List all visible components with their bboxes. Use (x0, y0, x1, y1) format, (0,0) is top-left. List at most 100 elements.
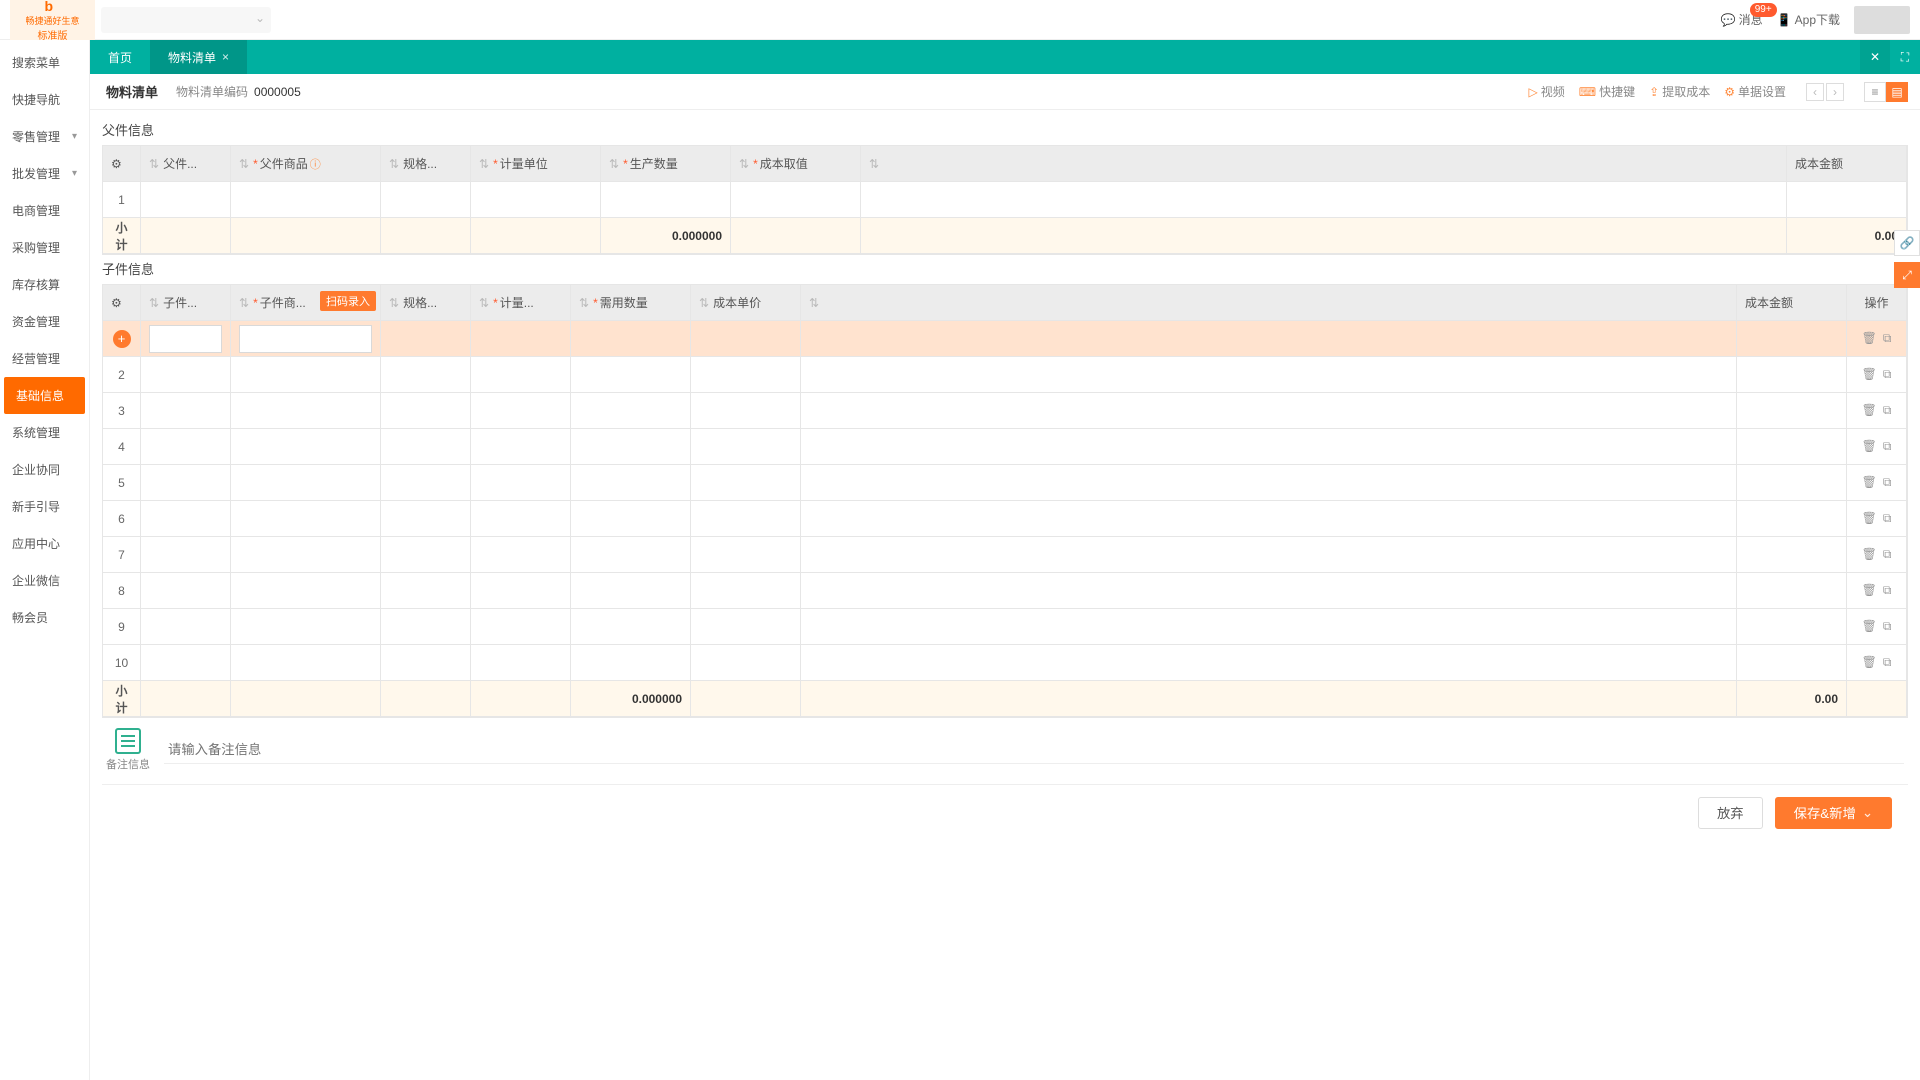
child-col-gear[interactable]: ⚙ (103, 285, 141, 321)
child-row[interactable]: 2🗑⧉ (103, 357, 1907, 393)
sidebar-item[interactable]: 批发管理▾ (0, 155, 89, 192)
copy-row-icon[interactable]: ⧉ (1883, 475, 1892, 489)
delete-row-icon[interactable]: 🗑 (1862, 439, 1877, 453)
prev-doc-button[interactable]: ‹ (1806, 83, 1824, 101)
child-goods-input[interactable] (239, 325, 372, 353)
copy-row-icon[interactable]: ⧉ (1883, 619, 1892, 633)
parent-col-gear[interactable]: ⚙ (103, 146, 141, 182)
sidebar-item[interactable]: 系统管理 (0, 414, 89, 451)
add-row-button[interactable]: + (113, 330, 131, 348)
copy-row-icon[interactable]: ⧉ (1883, 331, 1892, 345)
copy-row-icon[interactable]: ⧉ (1883, 655, 1892, 669)
extract-cost-link[interactable]: ⇪提取成本 (1649, 83, 1710, 100)
sidebar-item[interactable]: 企业协同 (0, 451, 89, 488)
child-col-unit[interactable]: ⇅*计量... (471, 285, 571, 321)
shortcut-link[interactable]: ⌨快捷键 (1579, 83, 1635, 100)
parent-col-spec[interactable]: ⇅规格... (381, 146, 471, 182)
child-row[interactable]: 4🗑⧉ (103, 429, 1907, 465)
brand-logo: b 畅捷通好生意 标准版 (10, 0, 95, 40)
sidebar-item[interactable]: 搜索菜单 (0, 44, 89, 81)
sidebar-item[interactable]: 应用中心 (0, 525, 89, 562)
child-row[interactable]: 6🗑⧉ (103, 501, 1907, 537)
child-row[interactable]: 3🗑⧉ (103, 393, 1907, 429)
child-col-price[interactable]: ⇅成本单价 (691, 285, 801, 321)
close-icon[interactable]: × (222, 50, 229, 64)
delete-row-icon[interactable]: 🗑 (1862, 655, 1877, 669)
sidebar-item-label: 快捷导航 (12, 91, 60, 108)
parent-col-goods[interactable]: ⇅*父件商品ⓘ (231, 146, 381, 182)
discard-button[interactable]: 放弃 (1698, 797, 1763, 829)
child-code-input[interactable] (149, 325, 222, 353)
parent-col-blank[interactable]: ⇅ (861, 146, 1787, 182)
sidebar-item[interactable]: 基础信息 (4, 377, 85, 414)
parent-col-code[interactable]: ⇅父件... (141, 146, 231, 182)
child-col-op-label: 操作 (1864, 296, 1888, 310)
view-list-button[interactable]: ≡ (1864, 82, 1886, 102)
parent-col-cost-amt[interactable]: 成本金额 (1787, 146, 1907, 182)
fullscreen-button[interactable]: ⛶ (1890, 40, 1920, 74)
copy-row-icon[interactable]: ⧉ (1883, 547, 1892, 561)
delete-row-icon[interactable]: 🗑 (1862, 331, 1877, 345)
child-col-cost-amt[interactable]: 成本金额 (1737, 285, 1847, 321)
video-help-link[interactable]: ▷视频 (1529, 83, 1565, 100)
sidebar-item[interactable]: 资金管理 (0, 303, 89, 340)
sidebar-item[interactable]: 畅会员 (0, 599, 89, 636)
rail-expand-icon[interactable]: ⤢ (1894, 262, 1920, 288)
child-col-blank[interactable]: ⇅ (801, 285, 1737, 321)
copy-row-icon[interactable]: ⧉ (1883, 439, 1892, 453)
tab-bom[interactable]: 物料清单 × (150, 40, 247, 74)
sort-icon: ⇅ (809, 296, 819, 310)
user-avatar[interactable] (1854, 6, 1910, 34)
parent-col-unit[interactable]: ⇅*计量单位 (471, 146, 601, 182)
view-form-button[interactable]: ▤ (1886, 82, 1908, 102)
child-row[interactable]: 8🗑⧉ (103, 573, 1907, 609)
copy-row-icon[interactable]: ⧉ (1883, 583, 1892, 597)
rail-link-icon[interactable]: 🔗 (1894, 230, 1920, 256)
org-selector[interactable] (101, 7, 271, 33)
delete-row-icon[interactable]: 🗑 (1862, 367, 1877, 381)
messages-button[interactable]: 💬 消息 99+ (1721, 11, 1763, 28)
sort-icon: ⇅ (479, 296, 489, 310)
copy-row-icon[interactable]: ⧉ (1883, 367, 1892, 381)
sidebar-item[interactable]: 零售管理▾ (0, 118, 89, 155)
child-col-code[interactable]: ⇅子件... (141, 285, 231, 321)
parent-col-qty[interactable]: ⇅*生产数量 (601, 146, 731, 182)
parent-col-cost-src[interactable]: ⇅*成本取值 (731, 146, 861, 182)
next-doc-button[interactable]: › (1826, 83, 1844, 101)
remark-input[interactable] (164, 736, 1904, 764)
child-row[interactable]: 9🗑⧉ (103, 609, 1907, 645)
tab-close-all-button[interactable]: ✕ (1860, 40, 1890, 74)
child-col-goods[interactable]: ⇅*子件商...扫码录入 (231, 285, 381, 321)
delete-row-icon[interactable]: 🗑 (1862, 403, 1877, 417)
child-col-code-label: 子件... (163, 296, 197, 310)
child-col-qty[interactable]: ⇅*需用数量 (571, 285, 691, 321)
delete-row-icon[interactable]: 🗑 (1862, 583, 1877, 597)
sidebar-item-label: 应用中心 (12, 535, 60, 552)
sidebar-item[interactable]: 新手引导 (0, 488, 89, 525)
delete-row-icon[interactable]: 🗑 (1862, 547, 1877, 561)
app-download-button[interactable]: 📱 App下载 (1777, 11, 1840, 28)
doc-setting-link[interactable]: ⚙单据设置 (1724, 83, 1786, 100)
child-col-spec[interactable]: ⇅规格... (381, 285, 471, 321)
sidebar-item[interactable]: 电商管理 (0, 192, 89, 229)
sidebar-item[interactable]: 企业微信 (0, 562, 89, 599)
child-row[interactable]: 7🗑⧉ (103, 537, 1907, 573)
parent-row[interactable]: 1 (103, 182, 1907, 218)
delete-row-icon[interactable]: 🗑 (1862, 619, 1877, 633)
copy-row-icon[interactable]: ⧉ (1883, 511, 1892, 525)
delete-row-icon[interactable]: 🗑 (1862, 511, 1877, 525)
tab-home[interactable]: 首页 (90, 40, 150, 74)
sidebar-item[interactable]: 库存核算 (0, 266, 89, 303)
delete-row-icon[interactable]: 🗑 (1862, 475, 1877, 489)
save-add-button[interactable]: 保存&新增⌄ (1775, 797, 1892, 829)
scan-entry-button[interactable]: 扫码录入 (320, 291, 376, 311)
sidebar-item[interactable]: 采购管理 (0, 229, 89, 266)
sidebar-item[interactable]: 经营管理 (0, 340, 89, 377)
help-icon[interactable]: ⓘ (310, 159, 321, 171)
sidebar-item-label: 畅会员 (12, 609, 48, 626)
child-row[interactable]: 5🗑⧉ (103, 465, 1907, 501)
child-row[interactable]: 10🗑⧉ (103, 645, 1907, 681)
child-row[interactable]: + 🗑 ⧉ (103, 321, 1907, 357)
sidebar-item[interactable]: 快捷导航 (0, 81, 89, 118)
copy-row-icon[interactable]: ⧉ (1883, 403, 1892, 417)
